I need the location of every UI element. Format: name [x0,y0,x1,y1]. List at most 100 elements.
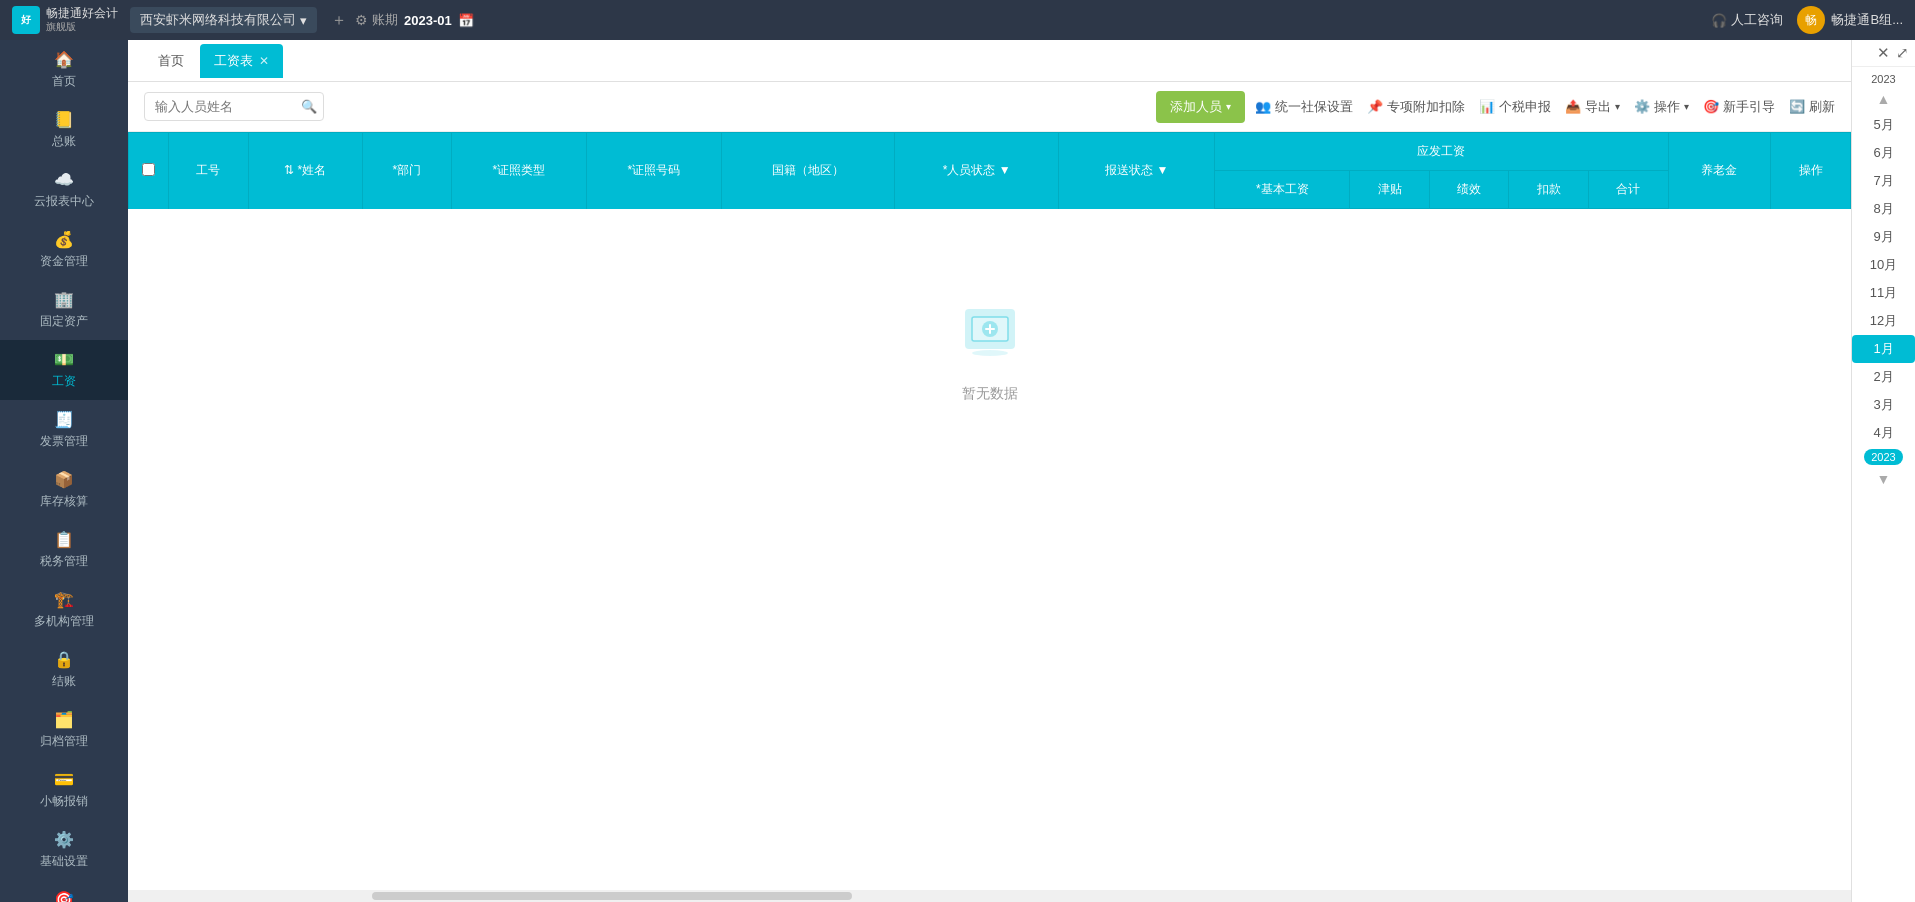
month-item-9月[interactable]: 9月 [1852,223,1915,251]
action-icon-operate: ⚙️ [1634,99,1650,114]
month-item-5月[interactable]: 5月 [1852,111,1915,139]
sidebar-icon-guide: 🎯 [54,890,74,902]
panel-top-actions: ✕ ⤢ [1852,40,1915,67]
sort-icon: ⇅ [284,163,294,177]
top-bar-right: 🎧 人工咨询 畅 畅捷通B组... [1711,6,1903,34]
toolbar-action-personal-tax[interactable]: 📊 个税申报 [1479,98,1551,116]
service-button[interactable]: 🎧 人工咨询 [1711,11,1783,29]
expand-panel-icon[interactable]: ⤢ [1896,44,1909,62]
company-selector[interactable]: 西安虾米网络科技有限公司 ▾ [130,7,317,33]
sidebar-label-invoice: 发票管理 [40,433,88,450]
toolbar-action-export[interactable]: 📤导出▾ [1565,98,1620,116]
sidebar-item-settings[interactable]: ⚙️基础设置 [0,820,128,880]
month-item-2月[interactable]: 2月 [1852,363,1915,391]
th-empno: 工号 [169,133,249,209]
tab-label-salary-table: 工资表 [214,52,253,70]
toolbar-action-refresh[interactable]: 🔄刷新 [1789,98,1835,116]
month-item-7月[interactable]: 7月 [1852,167,1915,195]
close-panel-icon[interactable]: ✕ [1877,44,1890,62]
sidebar-item-inventory[interactable]: 📦库存核算 [0,460,128,520]
th-country: 国籍（地区） [722,133,895,209]
sidebar-icon-expense: 💳 [54,770,74,789]
th-status: *人员状态 ▼ [894,133,1059,209]
month-item-4月[interactable]: 4月 [1852,419,1915,447]
month-item-1月[interactable]: 1月 [1852,335,1915,363]
app-logo: 好 畅捷通好会计 旗舰版 [12,6,118,34]
action-arrow-operate: ▾ [1684,101,1689,112]
sidebar-item-home[interactable]: 🏠首页 [0,40,128,100]
sidebar-item-invoice[interactable]: 🧾发票管理 [0,400,128,460]
month-item-8月[interactable]: 8月 [1852,195,1915,223]
month-item-12月[interactable]: 12月 [1852,307,1915,335]
th-idno: *证照号码 [586,133,721,209]
month-item-3月[interactable]: 3月 [1852,391,1915,419]
th-idtype: *证照类型 [451,133,586,209]
month-item-11月[interactable]: 11月 [1852,279,1915,307]
sidebar-label-tax: 税务管理 [40,553,88,570]
content-area: 首页工资表 ✕ 🔍 添加人员 ▾ 👥统一社保设置 📌专项附加扣除 📊 个税申报 📤导出▾… [128,40,1851,902]
sidebar-icon-close: 🔒 [54,650,74,669]
sidebar-item-tax[interactable]: 📋税务管理 [0,520,128,580]
month-item-6月[interactable]: 6月 [1852,139,1915,167]
add-person-label: 添加人员 [1170,98,1222,116]
tab-bar: 首页工资表 ✕ [128,40,1851,82]
settings-icon[interactable]: ⚙ [355,12,368,28]
sidebar-icon-cloud-report: ☁️ [54,170,74,189]
sidebar-item-close[interactable]: 🔒结账 [0,640,128,700]
add-company-icon[interactable]: ＋ [331,10,347,31]
sidebar-label-inventory: 库存核算 [40,493,88,510]
main-area: 🏠首页📒总账☁️云报表中心💰资金管理🏢固定资产💵工资🧾发票管理📦库存核算📋税务管… [0,40,1915,902]
sidebar-item-expense[interactable]: 💳小畅报销 [0,760,128,820]
month-item-10月[interactable]: 10月 [1852,251,1915,279]
sidebar-item-fund[interactable]: 💰资金管理 [0,220,128,280]
sidebar-label-cloud-report: 云报表中心 [34,193,94,210]
panel-year-label: 2023 [1871,67,1895,87]
toolbar-action-social-settings[interactable]: 👥统一社保设置 [1255,98,1353,116]
panel-up-arrow[interactable]: ▲ [1873,87,1895,111]
year-badge[interactable]: 2023 [1864,449,1902,465]
scroll-track[interactable] [128,890,1851,902]
toolbar-action-operate[interactable]: ⚙️操作▾ [1634,98,1689,116]
sidebar-item-multi-org[interactable]: 🏗️多机构管理 [0,580,128,640]
action-label-personal-tax: 个税申报 [1499,98,1551,116]
sidebar-label-multi-org: 多机构管理 [34,613,94,630]
action-label-social-settings: 统一社保设置 [1275,98,1353,116]
tab-close-salary-table[interactable]: ✕ [259,54,269,68]
calendar-icon[interactable]: 📅 [458,13,474,28]
sidebar-item-salary[interactable]: 💵工资 [0,340,128,400]
th-basic-salary: *基本工资 [1215,171,1350,209]
sidebar-item-ledger[interactable]: 📒总账 [0,100,128,160]
sidebar-label-salary: 工资 [52,373,76,390]
sidebar-icon-assets: 🏢 [54,290,74,309]
tab-home[interactable]: 首页 [144,44,198,78]
scroll-thumb[interactable] [372,892,852,900]
right-date-panel: ✕ ⤢ 2023 ▲ 5月6月7月8月9月10月11月12月1月2月3月4月 2… [1851,40,1915,902]
sidebar: 🏠首页📒总账 ☁️ 云报表中心 💰资金管理🏢固定资产💵工资🧾发票管理📦库存核算📋税务管… [0,40,128,902]
tab-salary-table[interactable]: 工资表 ✕ [200,44,283,78]
empty-text: 暂无数据 [962,385,1018,403]
user-button[interactable]: 畅 畅捷通B组... [1797,6,1903,34]
search-input[interactable] [155,99,295,114]
sidebar-item-archive[interactable]: 🗂️归档管理 [0,700,128,760]
search-box: 🔍 [144,92,324,121]
select-all-checkbox[interactable] [142,163,155,176]
th-action: 操作 [1771,133,1851,209]
sidebar-item-guide[interactable]: 🎯新手引导 [0,880,128,902]
toolbar-action-special-deduct[interactable]: 📌专项附加扣除 [1367,98,1465,116]
filter-icon-status[interactable]: ▼ [999,163,1011,177]
empty-state: 暂无数据 [129,209,1851,483]
sidebar-item-assets[interactable]: 🏢固定资产 [0,280,128,340]
toolbar-action-new-guide[interactable]: 🎯新手引导 [1703,98,1775,116]
action-icon-new-guide: 🎯 [1703,99,1719,114]
search-icon: 🔍 [301,99,317,114]
action-icon-personal-tax: 📊 [1479,99,1495,114]
panel-down-arrow[interactable]: ▼ [1873,467,1895,491]
filter-icon-report[interactable]: ▼ [1157,163,1169,177]
service-label: 人工咨询 [1731,11,1783,29]
add-person-button[interactable]: 添加人员 ▾ [1156,91,1245,123]
sidebar-label-fund: 资金管理 [40,253,88,270]
empty-icon [950,289,1030,369]
top-bar: 好 畅捷通好会计 旗舰版 西安虾米网络科技有限公司 ▾ ＋ ⚙ 账期 2023-… [0,0,1915,40]
sidebar-icon-home: 🏠 [54,50,74,69]
sidebar-item-cloud-report[interactable]: ☁️ 云报表中心 [0,160,128,220]
